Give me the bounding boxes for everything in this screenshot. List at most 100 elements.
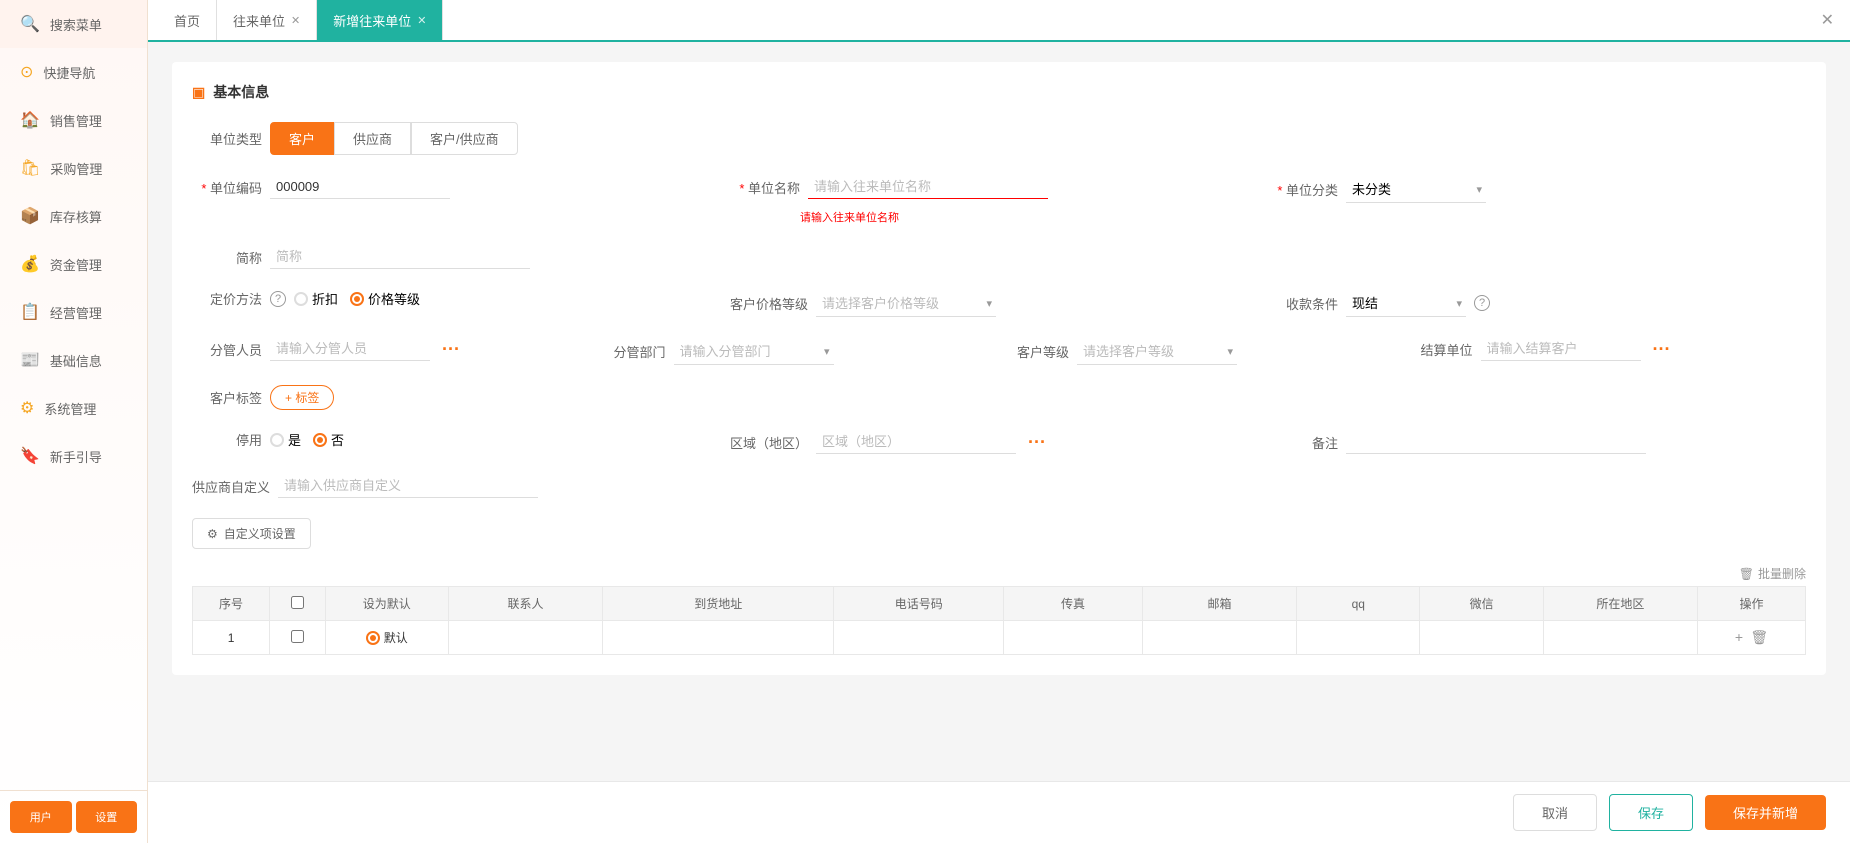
- save-button[interactable]: 保存: [1609, 794, 1693, 831]
- col-checkbox: [270, 587, 326, 621]
- close-all-tabs[interactable]: ✕: [1805, 0, 1850, 40]
- cancel-button[interactable]: 取消: [1513, 794, 1597, 831]
- customer-price-level-value[interactable]: 请选择客户价格等级: [816, 289, 996, 317]
- disable-yes-option[interactable]: 是: [270, 430, 301, 449]
- region-input[interactable]: [816, 430, 1016, 454]
- cell-address[interactable]: [603, 621, 834, 655]
- customer-price-level-group: 客户价格等级 请选择客户价格等级: [730, 289, 1268, 317]
- remark-input[interactable]: [1346, 430, 1646, 454]
- tag-row: 客户标签 + 标签: [192, 385, 1806, 410]
- cell-email[interactable]: [1142, 621, 1296, 655]
- contact-table-container: 🗑 批量删除 序号 设为默认 联系人 到货地址: [192, 565, 1806, 655]
- supplier-custom-label: 供应商自定义: [192, 477, 270, 496]
- custom-settings-btn[interactable]: ⚙ 自定义项设置: [192, 518, 311, 549]
- short-name-group: 简称: [192, 245, 1806, 269]
- tab-new-partner-close[interactable]: ✕: [417, 14, 426, 27]
- supplier-custom-group: 供应商自定义: [192, 474, 1806, 498]
- save-new-button[interactable]: 保存并新增: [1705, 795, 1826, 830]
- sidebar-item-operations[interactable]: 📋 经营管理: [0, 288, 147, 336]
- fax-input[interactable]: [1010, 630, 1136, 645]
- tab-new-partner[interactable]: 新增往来单位 ✕: [317, 0, 443, 40]
- default-radio[interactable]: [366, 631, 380, 645]
- disable-no-radio[interactable]: [313, 433, 327, 447]
- sidebar: 🔍 搜索菜单 ⊙ 快捷导航 🏠 销售管理 🛍 采购管理 📦 库存核算 💰 资金管…: [0, 0, 148, 843]
- pricing-discount-radio[interactable]: [294, 292, 308, 306]
- manager-input[interactable]: [270, 337, 430, 361]
- sidebar-item-sales[interactable]: 🏠 销售管理: [0, 96, 147, 144]
- sidebar-item-purchase[interactable]: 🛍 采购管理: [0, 144, 147, 192]
- cell-region[interactable]: [1543, 621, 1697, 655]
- tab-home[interactable]: 首页: [158, 0, 217, 40]
- disable-no-option[interactable]: 否: [313, 430, 344, 449]
- phone-input[interactable]: [840, 630, 997, 645]
- disable-yes-radio[interactable]: [270, 433, 284, 447]
- pricing-level-option[interactable]: 价格等级: [350, 289, 420, 308]
- manager-more-btn[interactable]: ···: [442, 339, 460, 360]
- supplier-custom-input[interactable]: [278, 474, 538, 498]
- unit-name-error: 请输入往来单位名称: [800, 209, 899, 225]
- sidebar-label-finance: 资金管理: [50, 255, 102, 274]
- unit-type-both[interactable]: 客户/供应商: [411, 122, 518, 155]
- code-name-category-row: 单位编码 单位名称 请输入往来单位名称 单位分类 未分类: [192, 175, 1806, 225]
- tag-group: 客户标签 + 标签: [192, 385, 1806, 410]
- payment-terms-help[interactable]: ?: [1474, 295, 1490, 311]
- settlement-unit-label: 结算单位: [1403, 340, 1473, 359]
- department-select-wrapper: 请输入分管部门: [674, 337, 834, 365]
- row-region-input[interactable]: [1550, 630, 1691, 645]
- sidebar-item-finance[interactable]: 💰 资金管理: [0, 240, 147, 288]
- sidebar-item-inventory[interactable]: 📦 库存核算: [0, 192, 147, 240]
- pricing-level-radio[interactable]: [350, 292, 364, 306]
- default-radio-option[interactable]: 默认: [332, 629, 442, 646]
- unit-type-supplier[interactable]: 供应商: [334, 122, 411, 155]
- payment-terms-value[interactable]: 现结: [1346, 289, 1466, 317]
- custom-settings-label: 自定义项设置: [224, 525, 296, 542]
- delete-row-btn[interactable]: 🗑: [1748, 627, 1770, 648]
- customer-level-label: 客户等级: [999, 342, 1069, 361]
- add-row-btn[interactable]: +: [1733, 627, 1745, 647]
- pricing-discount-option[interactable]: 折扣: [294, 289, 338, 308]
- department-value[interactable]: 请输入分管部门: [674, 337, 834, 365]
- cell-fax[interactable]: [1004, 621, 1143, 655]
- sidebar-item-system[interactable]: ⚙ 系统管理: [0, 384, 147, 432]
- customer-level-value[interactable]: 请选择客户等级: [1077, 337, 1237, 365]
- tab-partners[interactable]: 往来单位 ✕: [217, 0, 317, 40]
- cell-phone[interactable]: [834, 621, 1004, 655]
- cell-default: 默认: [325, 621, 448, 655]
- unit-name-input[interactable]: [808, 175, 1048, 199]
- tab-partners-label: 往来单位: [233, 11, 285, 30]
- unit-code-input[interactable]: [270, 175, 450, 199]
- sidebar-item-basic-info[interactable]: 📰 基础信息: [0, 336, 147, 384]
- unit-category-group: 单位分类 未分类: [1268, 175, 1806, 203]
- basic-info-icon: 📰: [20, 350, 40, 370]
- unit-type-customer[interactable]: 客户: [270, 122, 334, 155]
- cell-contact[interactable]: [448, 621, 602, 655]
- unit-type-group-wrap: 单位类型 客户 供应商 客户/供应商: [192, 122, 1806, 155]
- sidebar-item-guide[interactable]: 🔖 新手引导: [0, 432, 147, 480]
- customer-price-level-select-wrapper: 请选择客户价格等级: [816, 289, 996, 317]
- disable-region-row: 停用 是 否 区域（地区） ···: [192, 430, 1806, 454]
- unit-category-select-wrapper: 未分类: [1346, 175, 1486, 203]
- sidebar-item-search[interactable]: 🔍 搜索菜单: [0, 0, 147, 48]
- email-input[interactable]: [1149, 630, 1290, 645]
- settlement-unit-more-btn[interactable]: ···: [1653, 339, 1671, 360]
- wechat-input[interactable]: [1426, 630, 1536, 645]
- unit-category-value[interactable]: 未分类: [1346, 175, 1486, 203]
- pricing-help-icon[interactable]: ?: [270, 291, 286, 307]
- sidebar-bottom-btn1[interactable]: 用户: [10, 801, 72, 833]
- tab-partners-close[interactable]: ✕: [291, 14, 300, 27]
- short-name-input[interactable]: [270, 245, 530, 269]
- select-all-checkbox[interactable]: [291, 596, 304, 609]
- region-more-btn[interactable]: ···: [1028, 432, 1046, 453]
- add-tag-btn[interactable]: + 标签: [270, 385, 334, 410]
- settlement-unit-input[interactable]: [1481, 337, 1641, 361]
- col-email: 邮箱: [1142, 587, 1296, 621]
- sidebar-item-quick-nav[interactable]: ⊙ 快捷导航: [0, 48, 147, 96]
- cell-wechat[interactable]: [1420, 621, 1543, 655]
- row-checkbox[interactable]: [291, 630, 304, 643]
- address-input[interactable]: [609, 630, 827, 645]
- batch-delete-btn[interactable]: 🗑 批量删除: [1739, 565, 1806, 582]
- sidebar-bottom-btn2[interactable]: 设置: [76, 801, 138, 833]
- cell-qq[interactable]: [1297, 621, 1420, 655]
- qq-input[interactable]: [1303, 630, 1413, 645]
- contact-input[interactable]: [455, 630, 596, 645]
